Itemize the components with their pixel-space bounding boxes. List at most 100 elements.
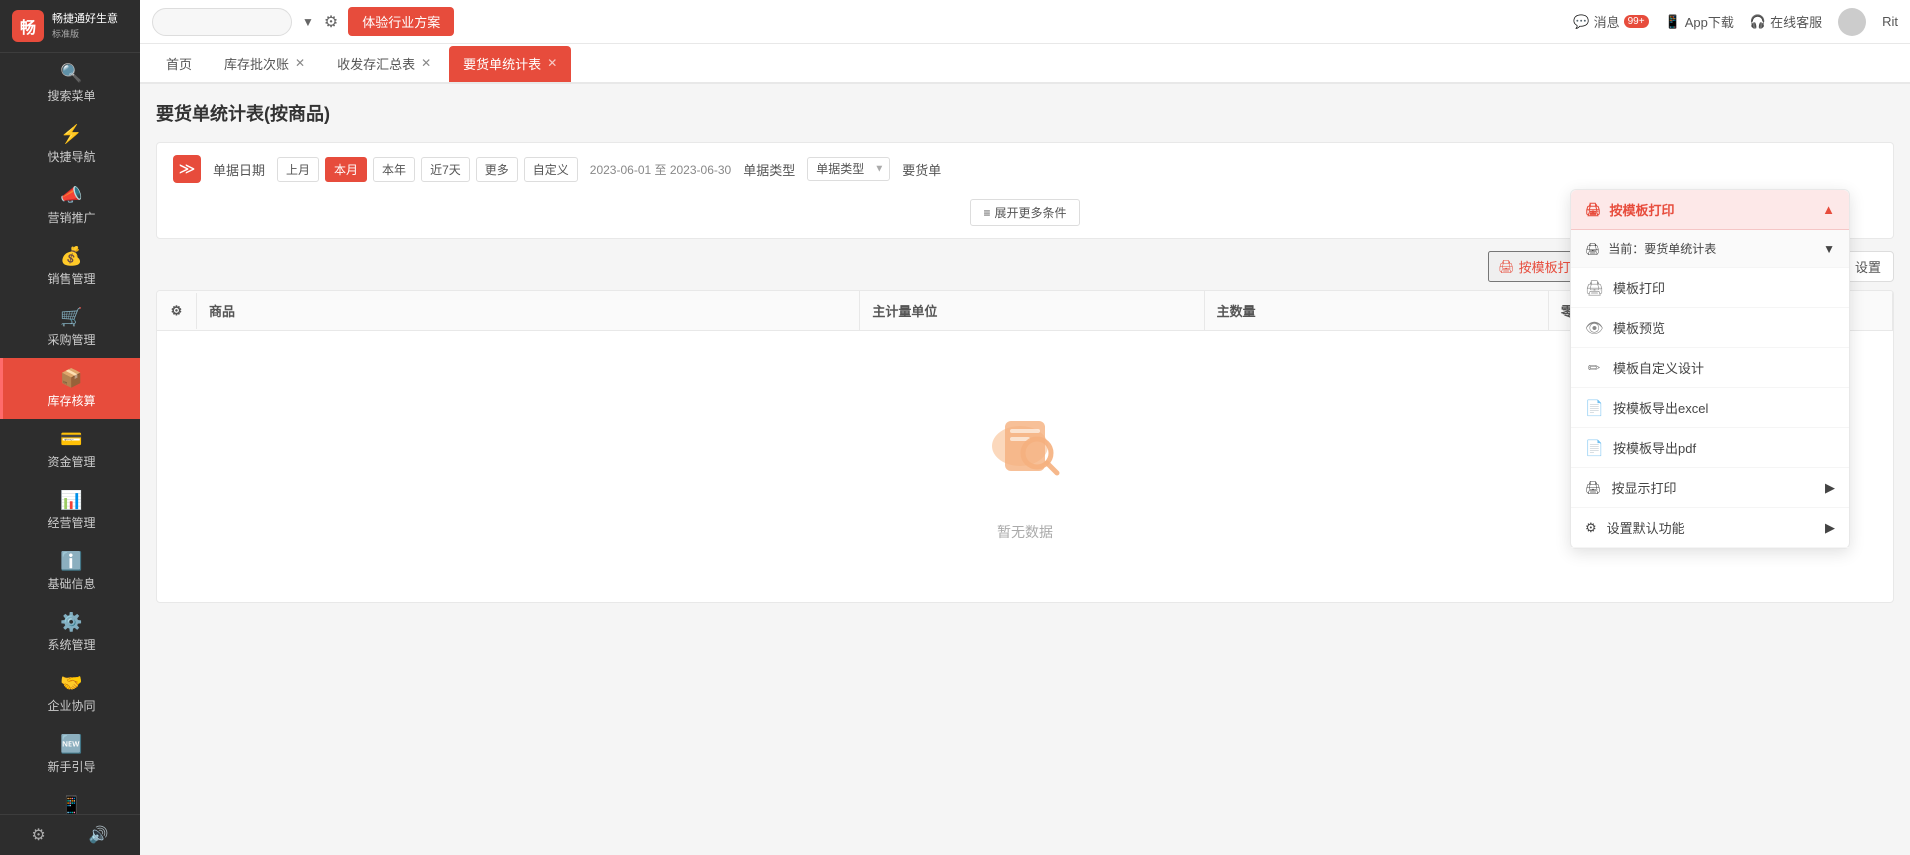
basic-icon: ℹ️ <box>60 551 82 572</box>
date-btn-本年[interactable]: 本年 <box>373 157 415 182</box>
shortcut-icon: ⚡ <box>60 124 82 145</box>
col-unit: 主计量单位 <box>860 291 1204 330</box>
printer-icon: 🖨 <box>1498 259 1515 275</box>
sidebar-item-apps[interactable]: 📱应用中心 <box>0 785 140 814</box>
sidebar-item-shortcut[interactable]: ⚡快捷导航 <box>0 114 140 175</box>
print-icon: 🖨 <box>1585 202 1602 218</box>
marketing-icon: 📣 <box>60 185 82 206</box>
tab-close-receipt-summary[interactable]: ✕ <box>421 56 431 70</box>
tab-label-order-stats: 要货单统计表 <box>463 54 541 73</box>
tab-close-order-stats[interactable]: ✕ <box>547 56 557 70</box>
sidebar-item-search[interactable]: 🔍搜索菜单 <box>0 53 140 114</box>
sidebar-item-guide[interactable]: 🆕新手引导 <box>0 724 140 785</box>
finance-icon: 💳 <box>60 429 82 450</box>
app-edition: 标准版 <box>52 27 118 40</box>
sidebar-item-inventory[interactable]: 📦库存核算 <box>0 358 140 419</box>
export-excel-icon: 📄 <box>1585 399 1603 417</box>
tab-label-inventory-batch: 库存批次账 <box>224 54 289 73</box>
sidebar-item-operation[interactable]: 📊经营管理 <box>0 480 140 541</box>
chevron-up-icon[interactable]: ▲ <box>1822 202 1835 217</box>
tab-inventory-batch[interactable]: 库存批次账 ✕ <box>210 46 319 82</box>
settings-gear-icon[interactable]: ⚙ <box>324 12 338 32</box>
topbar: ▼ ⚙ 体验行业方案 💬 消息 99+ 📱 App下载 🎧 在线客服 Rit <box>140 0 1910 44</box>
date-btn-自定义[interactable]: 自定义 <box>524 157 578 182</box>
audio-icon[interactable]: 🔊 <box>89 825 109 845</box>
dropdown-current: 🖨 当前：要货单统计表 ▼ <box>1571 230 1849 268</box>
avatar[interactable] <box>1838 8 1866 36</box>
app-logo: 畅 畅捷通好生意 标准版 <box>0 0 140 53</box>
sidebar-item-purchase[interactable]: 🛒采购管理 <box>0 297 140 358</box>
system-icon: ⚙️ <box>60 612 82 633</box>
tab-label-home: 首页 <box>166 54 192 73</box>
date-range: 2023-06-01 至 2023-06-30 <box>590 161 731 178</box>
online-service-button[interactable]: 🎧 在线客服 <box>1750 12 1822 31</box>
col-gear[interactable]: ⚙ <box>157 293 197 329</box>
current-chevron: ▼ <box>1823 242 1835 256</box>
messages-button[interactable]: 💬 消息 99+ <box>1573 12 1648 31</box>
dropdown-item-export-pdf[interactable]: 📄 按模板导出pdf <box>1571 428 1849 468</box>
date-btn-上月[interactable]: 上月 <box>277 157 319 182</box>
dropdown-item-template-design[interactable]: ✏ 模板自定义设计 <box>1571 348 1849 388</box>
type-select[interactable]: 单据类型 <box>807 157 890 181</box>
date-btn-近7天[interactable]: 近7天 <box>421 157 470 182</box>
page-content: 要货单统计表(按商品) ≫ 单据日期 上月本月本年近7天更多自定义 2023-0… <box>140 84 1910 855</box>
sales-icon: 💰 <box>60 246 82 267</box>
extra-label: 要货单 <box>902 160 941 179</box>
messages-badge: 99+ <box>1624 15 1649 28</box>
app-download-button[interactable]: 📱 App下载 <box>1665 12 1734 31</box>
print-dropdown-menu: 🖨 按模板打印 ▲ 🖨 当前：要货单统计表 ▼ 🖨 模板打印 👁 <box>1570 189 1850 549</box>
date-btn-本月[interactable]: 本月 <box>325 157 367 182</box>
export-pdf-icon: 📄 <box>1585 439 1603 457</box>
filter-toggle-button[interactable]: ≫ <box>173 155 201 183</box>
user-name: Rit <box>1882 14 1898 29</box>
display-print-chevron: ▶ <box>1825 480 1835 496</box>
type-label: 单据类型 <box>743 160 795 179</box>
sidebar-item-marketing[interactable]: 📣营销推广 <box>0 175 140 236</box>
tab-home[interactable]: 首页 <box>152 46 206 82</box>
apps-icon: 📱 <box>60 795 82 814</box>
template-design-icon: ✏ <box>1585 359 1603 377</box>
collab-icon: 🤝 <box>60 673 82 694</box>
guide-icon: 🆕 <box>60 734 82 755</box>
date-options: 上月本月本年近7天更多自定义 <box>277 157 578 182</box>
tab-close-inventory-batch[interactable]: ✕ <box>295 56 305 70</box>
empty-text: 暂无数据 <box>997 522 1053 542</box>
empty-icon <box>975 391 1075 510</box>
sidebar-item-basic[interactable]: ℹ️基础信息 <box>0 541 140 602</box>
default-func-icon: ⚙ <box>1585 520 1597 536</box>
settings-icon[interactable]: ⚙ <box>31 825 45 845</box>
date-btn-更多[interactable]: 更多 <box>476 157 518 182</box>
tabbar: 首页库存批次账✕收发存汇总表✕要货单统计表✕ <box>140 44 1910 84</box>
sidebar-item-finance[interactable]: 💳资金管理 <box>0 419 140 480</box>
phone-icon: 📱 <box>1665 14 1681 30</box>
search-input[interactable] <box>152 8 292 36</box>
current-icon: 🖨 <box>1585 242 1600 256</box>
dropdown-item-display-print[interactable]: 🖨 按显示打印 ▶ <box>1571 468 1849 508</box>
page-title: 要货单统计表(按商品) <box>156 100 1894 126</box>
expand-icon: ≡ <box>983 206 990 220</box>
dropdown-item-template-preview[interactable]: 👁 模板预览 <box>1571 308 1849 348</box>
template-preview-icon: 👁 <box>1585 319 1603 337</box>
sidebar-nav: 🔍搜索菜单⚡快捷导航📣营销推广💰销售管理🛒采购管理📦库存核算💳资金管理📊经营管理… <box>0 53 140 814</box>
col-product: 商品 <box>197 291 860 330</box>
sidebar-item-system[interactable]: ⚙️系统管理 <box>0 602 140 663</box>
industry-plan-button[interactable]: 体验行业方案 <box>348 7 454 36</box>
display-print-icon: 🖨 <box>1585 480 1602 496</box>
operation-icon: 📊 <box>60 490 82 511</box>
filter-row-1: ≫ 单据日期 上月本月本年近7天更多自定义 2023-06-01 至 2023-… <box>173 155 1877 183</box>
default-func-chevron: ▶ <box>1825 520 1835 536</box>
dropdown-title: 🖨 按模板打印 <box>1585 200 1675 219</box>
purchase-icon: 🛒 <box>60 307 82 328</box>
expand-button[interactable]: ≡ 展开更多条件 <box>970 199 1079 226</box>
sidebar-item-collab[interactable]: 🤝企业协同 <box>0 663 140 724</box>
sidebar: 畅 畅捷通好生意 标准版 🔍搜索菜单⚡快捷导航📣营销推广💰销售管理🛒采购管理📦库… <box>0 0 140 855</box>
tab-receipt-summary[interactable]: 收发存汇总表✕ <box>323 46 445 82</box>
search-icon: 🔍 <box>60 63 82 84</box>
search-dropdown-icon[interactable]: ▼ <box>302 15 314 29</box>
type-select-wrapper: 单据类型 <box>807 157 890 181</box>
dropdown-item-export-excel[interactable]: 📄 按模板导出excel <box>1571 388 1849 428</box>
sidebar-item-sales[interactable]: 💰销售管理 <box>0 236 140 297</box>
dropdown-item-default-func[interactable]: ⚙ 设置默认功能 ▶ <box>1571 508 1849 548</box>
dropdown-item-template-print[interactable]: 🖨 模板打印 <box>1571 268 1849 308</box>
tab-order-stats[interactable]: 要货单统计表 ✕ <box>449 46 571 82</box>
